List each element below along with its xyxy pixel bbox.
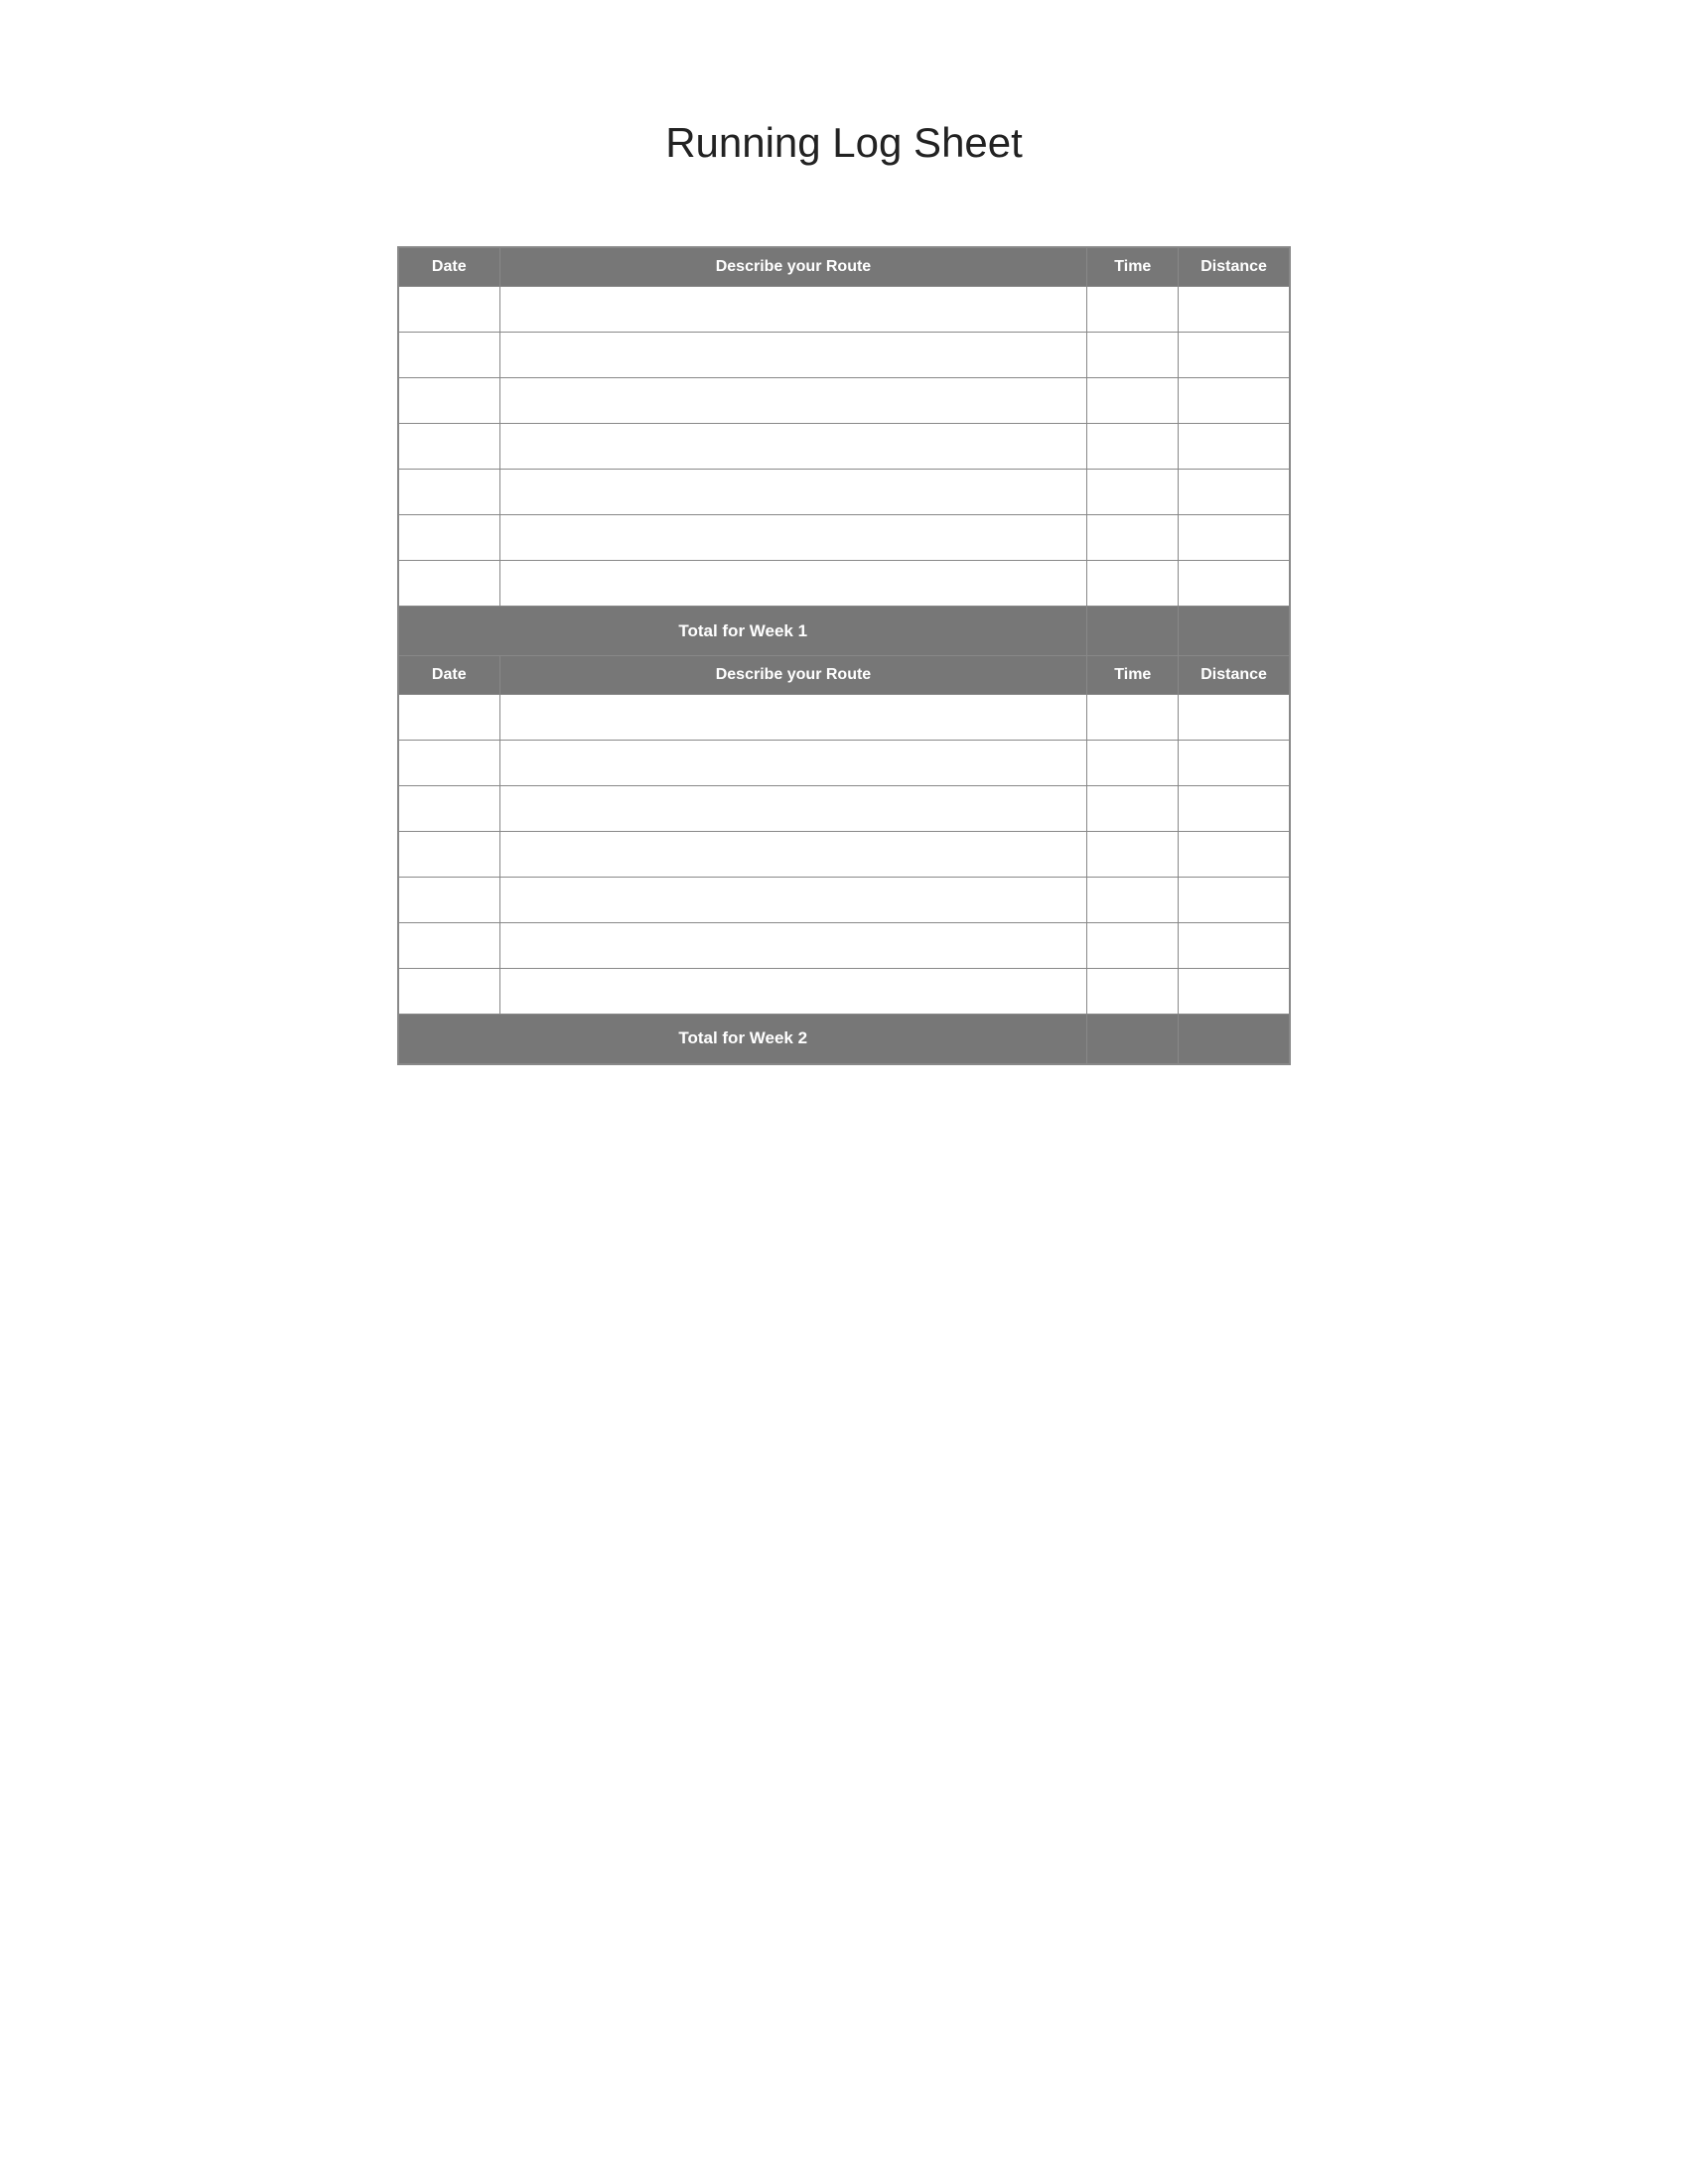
table-row (398, 287, 1290, 333)
time-cell[interactable] (1087, 878, 1179, 923)
table-row (398, 515, 1290, 561)
table-row (398, 378, 1290, 424)
table-row (398, 695, 1290, 741)
running-log-table: Date Describe your Route Time Distance (397, 246, 1291, 1065)
distance-cell[interactable] (1179, 424, 1290, 470)
col-header-route: Describe your Route (499, 247, 1087, 287)
time-cell[interactable] (1087, 923, 1179, 969)
route-cell[interactable] (499, 515, 1087, 561)
distance-cell[interactable] (1179, 561, 1290, 607)
week1-total-distance[interactable] (1179, 607, 1290, 656)
distance-cell[interactable] (1179, 741, 1290, 786)
distance-cell[interactable] (1179, 969, 1290, 1015)
date-cell[interactable] (398, 923, 499, 969)
table-row (398, 923, 1290, 969)
week2-total-row: Total for Week 2 (398, 1015, 1290, 1064)
table-row (398, 333, 1290, 378)
date-cell[interactable] (398, 515, 499, 561)
distance-cell[interactable] (1179, 470, 1290, 515)
time-cell[interactable] (1087, 832, 1179, 878)
route-cell[interactable] (499, 969, 1087, 1015)
week1-total-time[interactable] (1087, 607, 1179, 656)
distance-cell[interactable] (1179, 515, 1290, 561)
route-cell[interactable] (499, 832, 1087, 878)
week2-total-label: Total for Week 2 (398, 1015, 1087, 1064)
table-row (398, 424, 1290, 470)
time-cell[interactable] (1087, 424, 1179, 470)
route-cell[interactable] (499, 378, 1087, 424)
time-cell[interactable] (1087, 470, 1179, 515)
route-cell[interactable] (499, 695, 1087, 741)
table-row (398, 561, 1290, 607)
col-header-date-2: Date (398, 656, 499, 695)
col-header-time-2: Time (1087, 656, 1179, 695)
table-row (398, 470, 1290, 515)
col-header-time: Time (1087, 247, 1179, 287)
col-header-distance: Distance (1179, 247, 1290, 287)
date-cell[interactable] (398, 786, 499, 832)
table-row (398, 878, 1290, 923)
time-cell[interactable] (1087, 515, 1179, 561)
date-cell[interactable] (398, 378, 499, 424)
route-cell[interactable] (499, 561, 1087, 607)
route-cell[interactable] (499, 333, 1087, 378)
distance-cell[interactable] (1179, 287, 1290, 333)
route-cell[interactable] (499, 923, 1087, 969)
date-cell[interactable] (398, 424, 499, 470)
week1-total-row: Total for Week 1 (398, 607, 1290, 656)
distance-cell[interactable] (1179, 832, 1290, 878)
time-cell[interactable] (1087, 378, 1179, 424)
date-cell[interactable] (398, 287, 499, 333)
distance-cell[interactable] (1179, 378, 1290, 424)
time-cell[interactable] (1087, 287, 1179, 333)
page-title: Running Log Sheet (665, 119, 1023, 167)
time-cell[interactable] (1087, 333, 1179, 378)
distance-cell[interactable] (1179, 695, 1290, 741)
col-header-distance-2: Distance (1179, 656, 1290, 695)
date-cell[interactable] (398, 333, 499, 378)
route-cell[interactable] (499, 741, 1087, 786)
date-cell[interactable] (398, 969, 499, 1015)
col-header-route-2: Describe your Route (499, 656, 1087, 695)
route-cell[interactable] (499, 424, 1087, 470)
date-cell[interactable] (398, 741, 499, 786)
week2-total-distance[interactable] (1179, 1015, 1290, 1064)
time-cell[interactable] (1087, 741, 1179, 786)
date-cell[interactable] (398, 878, 499, 923)
week1-total-label: Total for Week 1 (398, 607, 1087, 656)
route-cell[interactable] (499, 287, 1087, 333)
week2-header-row: Date Describe your Route Time Distance (398, 656, 1290, 695)
route-cell[interactable] (499, 786, 1087, 832)
distance-cell[interactable] (1179, 333, 1290, 378)
distance-cell[interactable] (1179, 923, 1290, 969)
date-cell[interactable] (398, 832, 499, 878)
week2-total-time[interactable] (1087, 1015, 1179, 1064)
col-header-date: Date (398, 247, 499, 287)
distance-cell[interactable] (1179, 878, 1290, 923)
table-row (398, 741, 1290, 786)
table-row (398, 969, 1290, 1015)
time-cell[interactable] (1087, 786, 1179, 832)
time-cell[interactable] (1087, 969, 1179, 1015)
date-cell[interactable] (398, 561, 499, 607)
route-cell[interactable] (499, 878, 1087, 923)
table-row (398, 832, 1290, 878)
time-cell[interactable] (1087, 561, 1179, 607)
week1-header-row: Date Describe your Route Time Distance (398, 247, 1290, 287)
route-cell[interactable] (499, 470, 1087, 515)
table-row (398, 786, 1290, 832)
time-cell[interactable] (1087, 695, 1179, 741)
date-cell[interactable] (398, 695, 499, 741)
date-cell[interactable] (398, 470, 499, 515)
distance-cell[interactable] (1179, 786, 1290, 832)
